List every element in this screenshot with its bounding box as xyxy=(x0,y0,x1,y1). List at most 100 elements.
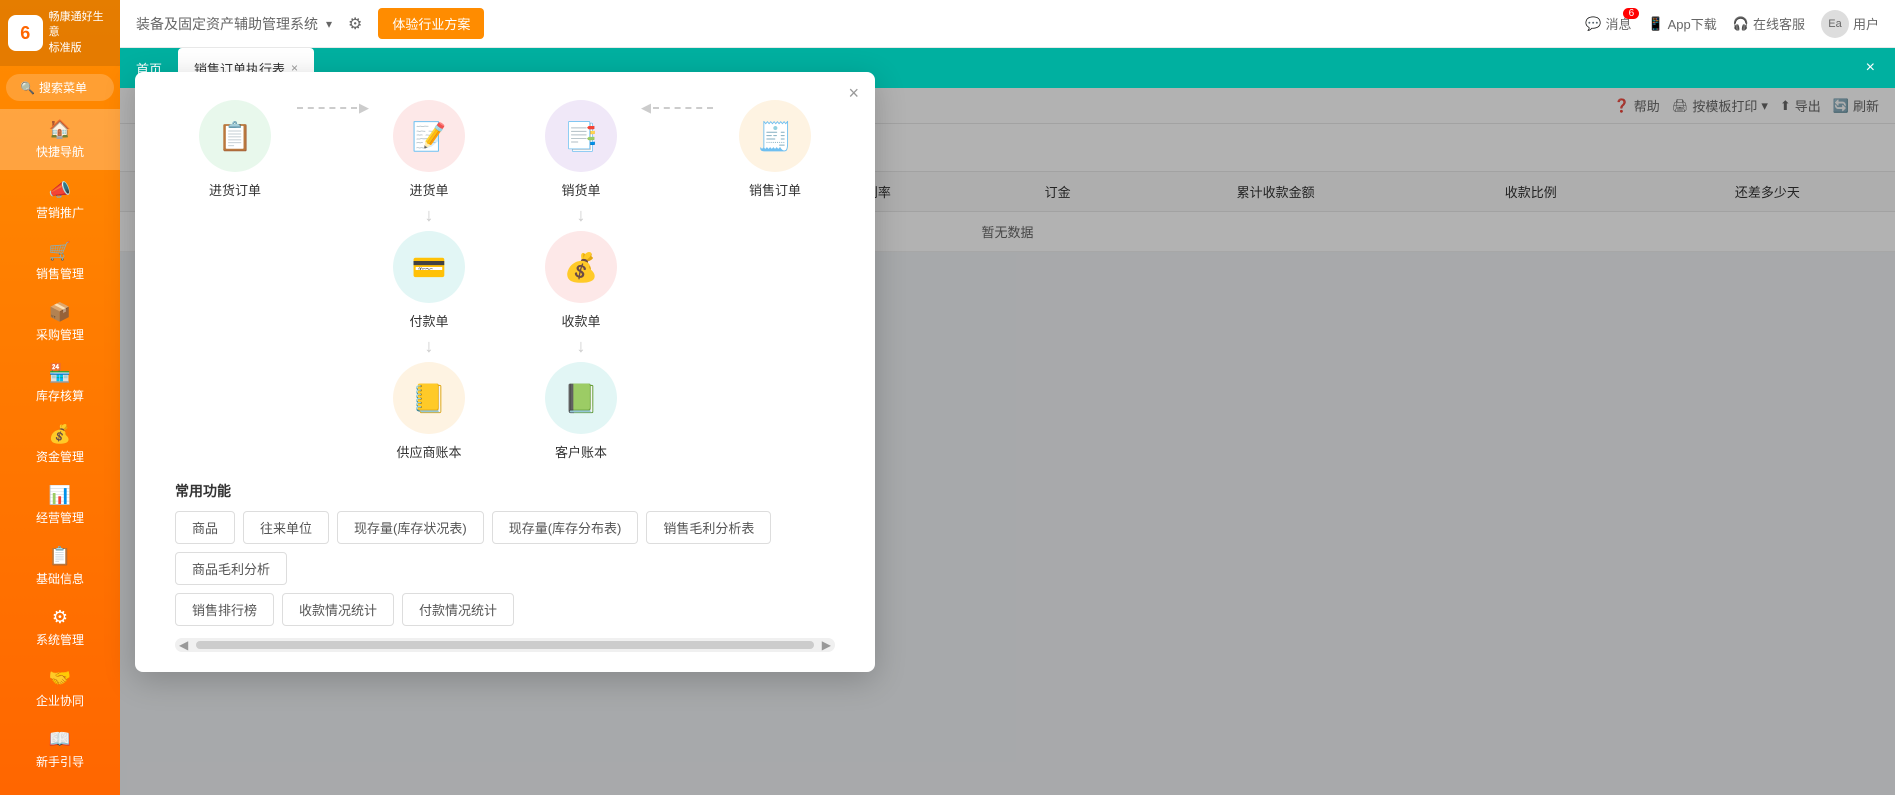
home-icon: 🏠 xyxy=(49,119,71,140)
topbar: 装备及固定资产辅助管理系统 ▾ ⚙ 体验行业方案 💬 消息 6 📱 App下载 … xyxy=(120,0,1895,48)
gear-icon[interactable]: ⚙ xyxy=(348,14,362,34)
flow-col-4: 🧾 销售订单 xyxy=(715,100,835,199)
func-btn-stock-status[interactable]: 现存量(库存状况表) xyxy=(337,511,484,544)
marketing-icon: 📣 xyxy=(49,180,71,201)
flow-col-1: 📋 进货订单 xyxy=(175,100,295,199)
flow-col-3: 📑 销货单 ↓ 💰 收款单 ↓ 📗 客户账本 xyxy=(521,100,641,461)
message-btn[interactable]: 💬 消息 6 xyxy=(1585,14,1631,33)
sidebar-item-quick-nav[interactable]: 🏠 快捷导航 xyxy=(0,109,120,170)
purchase-order-label: 进货订单 xyxy=(209,180,261,199)
purchase-bill-circle: 📝 xyxy=(393,100,465,172)
sidebar-item-operation[interactable]: 📊 经营管理 xyxy=(0,475,120,536)
service-icon: 🎧 xyxy=(1733,16,1749,32)
logo-icon: 6 xyxy=(8,15,43,51)
sidebar-item-marketing[interactable]: 📣 营销推广 xyxy=(0,170,120,231)
finance-icon: 💰 xyxy=(49,424,71,445)
func-btn-partners[interactable]: 往来单位 xyxy=(243,511,329,544)
flow-item-sales-bill[interactable]: 📑 销货单 xyxy=(521,100,641,199)
popup: × 📋 进货订单 ▶ 📝 进货单 ↓ xyxy=(135,72,875,672)
sales-order-label: 销售订单 xyxy=(749,180,801,199)
inventory-icon: 🏪 xyxy=(49,363,71,384)
app-download-btn[interactable]: 📱 App下载 xyxy=(1647,14,1716,33)
popup-close-btn[interactable]: × xyxy=(848,84,859,102)
logo-text: 畅康通好生意 标准版 xyxy=(49,10,112,56)
common-functions-title: 常用功能 xyxy=(175,481,835,501)
payment-label: 付款单 xyxy=(409,311,448,330)
flow-diagram: 📋 进货订单 ▶ 📝 进货单 ↓ 💳 付款单 xyxy=(175,100,835,461)
experience-btn[interactable]: 体验行业方案 xyxy=(378,8,484,39)
func-buttons: 商品 往来单位 现存量(库存状况表) 现存量(库存分布表) 销售毛利分析表 商品… xyxy=(175,511,835,585)
flow-item-customer-account[interactable]: 📗 客户账本 xyxy=(521,362,641,461)
customer-account-circle: 📗 xyxy=(545,362,617,434)
func-btn-product-profit[interactable]: 商品毛利分析 xyxy=(175,552,287,585)
sidebar-logo: 6 畅康通好生意 标准版 xyxy=(0,0,120,66)
app-title: 装备及固定资产辅助管理系统 xyxy=(136,14,318,34)
customer-account-label: 客户账本 xyxy=(555,442,607,461)
arrow-left-icon: ◀ xyxy=(641,100,651,116)
arrow-v4: ↓ xyxy=(521,334,641,358)
guide-icon: 📖 xyxy=(49,729,71,750)
flow-item-receipt[interactable]: 💰 收款单 xyxy=(521,231,641,330)
func-btn-sales-rank[interactable]: 销售排行榜 xyxy=(175,593,274,626)
flow-item-purchase-bill[interactable]: 📝 进货单 xyxy=(369,100,489,199)
sidebar-item-cooperation[interactable]: 🤝 企业协同 xyxy=(0,658,120,719)
arrow-h1: ▶ xyxy=(295,100,369,144)
user-area[interactable]: Ea 用户 xyxy=(1821,10,1879,38)
scrollbar-track xyxy=(196,641,814,649)
arrow-h2: ◀ xyxy=(641,100,715,144)
common-functions: 常用功能 商品 往来单位 现存量(库存状况表) 现存量(库存分布表) 销售毛利分… xyxy=(175,481,835,626)
arrow-v2: ↓ xyxy=(369,334,489,358)
purchase-order-circle: 📋 xyxy=(199,100,271,172)
sidebar-item-finance[interactable]: 💰 资金管理 xyxy=(0,414,120,475)
flow-item-supplier-account[interactable]: 📒 供应商账本 xyxy=(369,362,489,461)
sidebar: 6 畅康通好生意 标准版 🔍 搜索菜单 🏠 快捷导航 📣 营销推广 🛒 销售管理… xyxy=(0,0,120,795)
func-buttons-row2: 销售排行榜 收款情况统计 付款情况统计 xyxy=(175,593,835,626)
popup-scrollbar[interactable]: ◀ ▶ xyxy=(175,638,835,652)
basic-info-icon: 📋 xyxy=(49,546,71,567)
sidebar-item-system[interactable]: ⚙ 系统管理 xyxy=(0,597,120,658)
operation-icon: 📊 xyxy=(49,485,71,506)
online-service-btn[interactable]: 🎧 在线客服 xyxy=(1733,14,1805,33)
func-btn-product[interactable]: 商品 xyxy=(175,511,235,544)
flow-item-purchase-order[interactable]: 📋 进货订单 xyxy=(175,100,295,199)
purchase-icon: 📦 xyxy=(49,302,71,323)
cooperation-icon: 🤝 xyxy=(49,668,71,689)
system-icon: ⚙ xyxy=(52,607,68,628)
sidebar-item-purchase[interactable]: 📦 采购管理 xyxy=(0,292,120,353)
sidebar-item-sales[interactable]: 🛒 销售管理 xyxy=(0,231,120,292)
sidebar-item-basic-info[interactable]: 📋 基础信息 xyxy=(0,536,120,597)
message-icon: 💬 xyxy=(1585,16,1601,32)
func-btn-sales-analysis[interactable]: 销售毛利分析表 xyxy=(646,511,771,544)
func-btn-payment-stats[interactable]: 付款情况统计 xyxy=(402,593,514,626)
flow-item-payment[interactable]: 💳 付款单 xyxy=(369,231,489,330)
supplier-account-label: 供应商账本 xyxy=(396,442,461,461)
sidebar-item-guide[interactable]: 📖 新手引导 xyxy=(0,719,120,780)
func-btn-stock-dist[interactable]: 现存量(库存分布表) xyxy=(492,511,639,544)
download-icon: 📱 xyxy=(1647,16,1663,32)
arrow-v3: ↓ xyxy=(521,203,641,227)
topbar-title-area: 装备及固定资产辅助管理系统 ▾ ⚙ 体验行业方案 xyxy=(136,8,1585,39)
tabbar-close-icon[interactable]: × xyxy=(1858,59,1883,77)
sales-bill-label: 销货单 xyxy=(561,180,600,199)
sales-order-circle: 🧾 xyxy=(739,100,811,172)
arrow-right-icon: ▶ xyxy=(359,100,369,116)
dropdown-arrow[interactable]: ▾ xyxy=(326,17,332,31)
scroll-right-arrow[interactable]: ▶ xyxy=(818,638,835,652)
topbar-right: 💬 消息 6 📱 App下载 🎧 在线客服 Ea 用户 xyxy=(1585,10,1879,38)
search-menu[interactable]: 🔍 搜索菜单 xyxy=(6,74,114,101)
flow-col-2: 📝 进货单 ↓ 💳 付款单 ↓ 📒 供应商账本 xyxy=(369,100,489,461)
user-avatar: Ea xyxy=(1821,10,1849,38)
arrow-v1: ↓ xyxy=(369,203,489,227)
supplier-account-circle: 📒 xyxy=(393,362,465,434)
sales-icon: 🛒 xyxy=(49,241,71,262)
sidebar-item-inventory[interactable]: 🏪 库存核算 xyxy=(0,353,120,414)
message-badge: 6 xyxy=(1623,8,1639,19)
func-btn-receipt-stats[interactable]: 收款情况统计 xyxy=(282,593,394,626)
sales-bill-circle: 📑 xyxy=(545,100,617,172)
payment-circle: 💳 xyxy=(393,231,465,303)
flow-item-sales-order[interactable]: 🧾 销售订单 xyxy=(715,100,835,199)
receipt-circle: 💰 xyxy=(545,231,617,303)
scroll-left-arrow[interactable]: ◀ xyxy=(175,638,192,652)
search-icon: 🔍 xyxy=(20,81,35,95)
receipt-label: 收款单 xyxy=(561,311,600,330)
